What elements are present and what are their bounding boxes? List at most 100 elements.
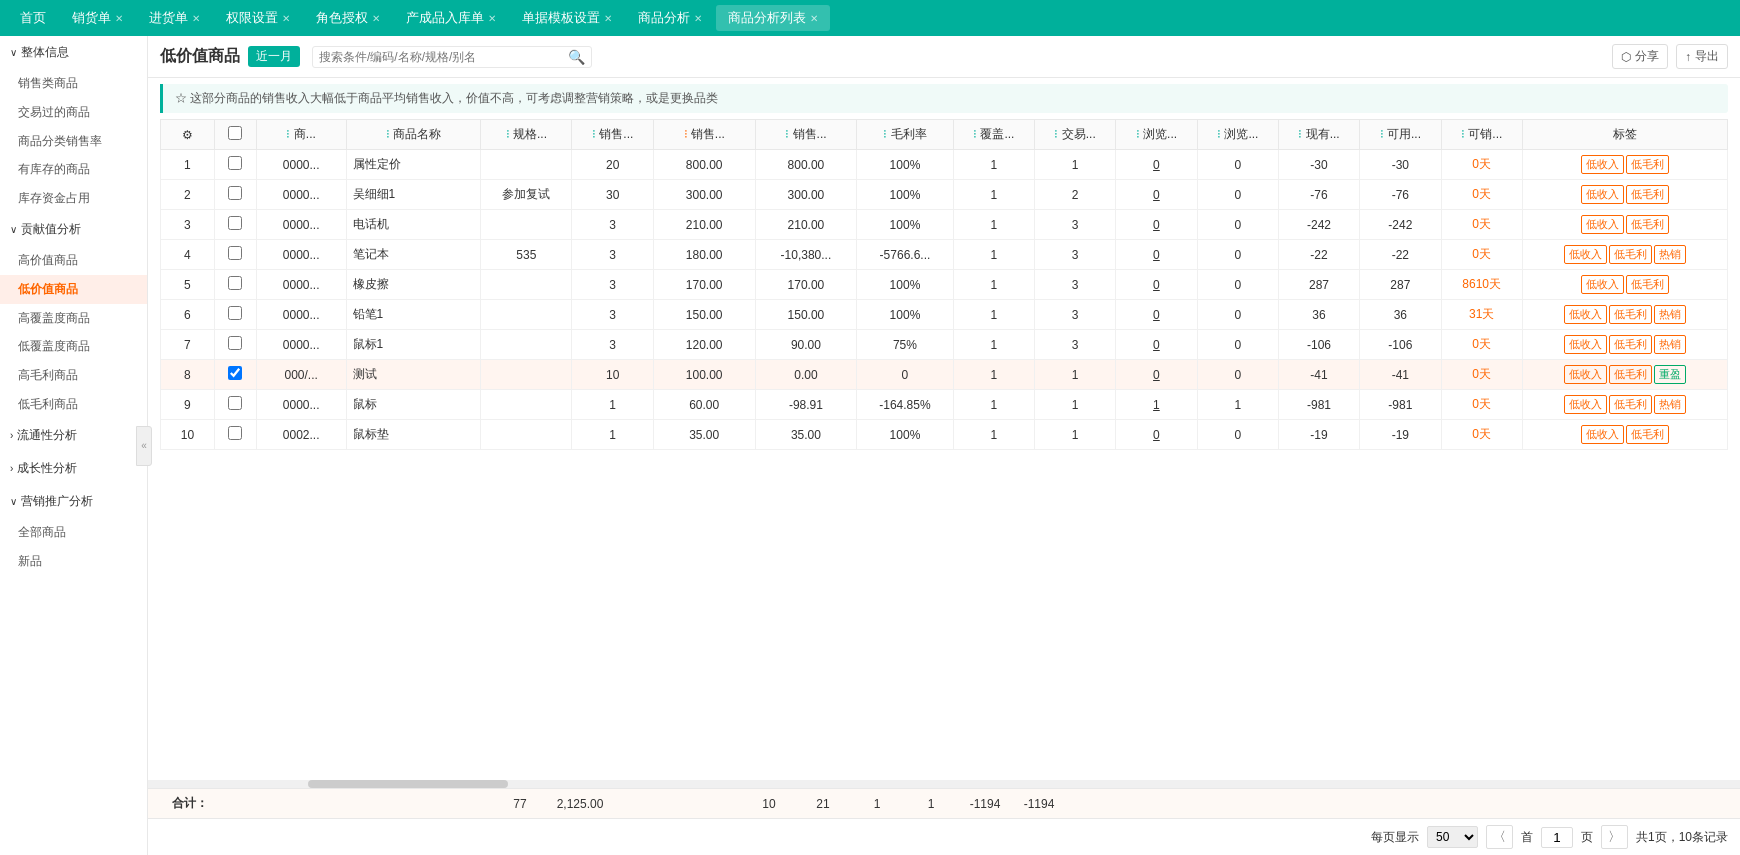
scrollbar-thumb[interactable] xyxy=(308,780,508,788)
th-spec[interactable]: ⁝ 规格... xyxy=(481,120,572,150)
browse1-value[interactable]: 0 xyxy=(1153,338,1160,352)
checkbox-cell[interactable] xyxy=(214,360,256,390)
row-checkbox[interactable] xyxy=(228,276,242,290)
sidebar-item-category-sales[interactable]: 商品分类销售率 xyxy=(0,127,147,156)
close-icon[interactable]: ✕ xyxy=(115,13,123,24)
sale-qty-cell: 10 xyxy=(572,360,653,390)
th-sale-qty[interactable]: ⁝ 销售... xyxy=(572,120,653,150)
sidebar-item-new-goods[interactable]: 新品 xyxy=(0,547,147,576)
close-icon[interactable]: ✕ xyxy=(192,13,200,24)
next-page-button[interactable]: 〉 xyxy=(1601,825,1628,849)
browse1-value[interactable]: 0 xyxy=(1153,428,1160,442)
nav-purchase-order[interactable]: 进货单 ✕ xyxy=(137,5,212,31)
nav-template[interactable]: 单据模板设置 ✕ xyxy=(510,5,624,31)
close-icon[interactable]: ✕ xyxy=(604,13,612,24)
browse1-value[interactable]: 0 xyxy=(1153,308,1160,322)
th-coverage[interactable]: ⁝ 覆盖... xyxy=(953,120,1034,150)
row-checkbox[interactable] xyxy=(228,366,242,380)
per-page-select[interactable]: 50 100 200 xyxy=(1427,826,1478,848)
browse1-value[interactable]: 0 xyxy=(1153,368,1160,382)
search-icon[interactable]: 🔍 xyxy=(568,49,585,65)
th-trade[interactable]: ⁝ 交易... xyxy=(1034,120,1115,150)
checkbox-cell[interactable] xyxy=(214,180,256,210)
sale-cost-cell: 150.00 xyxy=(755,300,857,330)
sidebar-collapse-button[interactable]: « xyxy=(136,426,152,466)
row-checkbox[interactable] xyxy=(228,336,242,350)
th-browse1[interactable]: ⁝ 浏览... xyxy=(1116,120,1197,150)
sidebar-item-traded-goods[interactable]: 交易过的商品 xyxy=(0,98,147,127)
browse1-value[interactable]: 0 xyxy=(1153,158,1160,172)
sidebar-item-low-margin[interactable]: 低毛利商品 xyxy=(0,390,147,419)
row-checkbox[interactable] xyxy=(228,306,242,320)
th-salable[interactable]: ⁝ 可销... xyxy=(1441,120,1522,150)
search-input[interactable] xyxy=(319,50,568,64)
th-checkbox[interactable] xyxy=(214,120,256,150)
checkbox-cell[interactable] xyxy=(214,300,256,330)
sidebar-item-high-margin[interactable]: 高毛利商品 xyxy=(0,361,147,390)
nav-sales-order[interactable]: 销货单 ✕ xyxy=(60,5,135,31)
th-usable[interactable]: ⁝ 可用... xyxy=(1360,120,1441,150)
close-icon[interactable]: ✕ xyxy=(282,13,290,24)
page-number-input[interactable] xyxy=(1541,827,1573,848)
close-icon[interactable]: ✕ xyxy=(694,13,702,24)
browse1-value[interactable]: 0 xyxy=(1153,188,1160,202)
browse1-value[interactable]: 0 xyxy=(1153,248,1160,262)
sidebar-section-contribution[interactable]: ∨ 贡献值分析 xyxy=(0,213,147,246)
sidebar-item-high-coverage[interactable]: 高覆盖度商品 xyxy=(0,304,147,333)
nav-product-analysis-list[interactable]: 商品分析列表 ✕ xyxy=(716,5,830,31)
period-button[interactable]: 近一月 xyxy=(248,46,300,67)
row-checkbox[interactable] xyxy=(228,246,242,260)
nav-permission[interactable]: 权限设置 ✕ xyxy=(214,5,302,31)
checkbox-cell[interactable] xyxy=(214,330,256,360)
th-stock[interactable]: ⁝ 现有... xyxy=(1278,120,1359,150)
th-sale-amt[interactable]: ⁝ 销售... xyxy=(653,120,755,150)
row-checkbox[interactable] xyxy=(228,156,242,170)
sidebar-item-low-value[interactable]: 低价值商品 xyxy=(0,275,147,304)
sidebar-section-flow[interactable]: › 流通性分析 xyxy=(0,419,147,452)
nav-role[interactable]: 角色授权 ✕ xyxy=(304,5,392,31)
browse1-value[interactable]: 0 xyxy=(1153,278,1160,292)
th-sale-cost[interactable]: ⁝ 销售... xyxy=(755,120,857,150)
th-code[interactable]: ⁝ 商... xyxy=(256,120,346,150)
row-checkbox[interactable] xyxy=(228,396,242,410)
sidebar-item-high-value[interactable]: 高价值商品 xyxy=(0,246,147,275)
checkbox-cell[interactable] xyxy=(214,390,256,420)
browse1-value[interactable]: 1 xyxy=(1153,398,1160,412)
nav-product-analysis[interactable]: 商品分析 ✕ xyxy=(626,5,714,31)
close-icon[interactable]: ✕ xyxy=(372,13,380,24)
sidebar-item-sales-goods[interactable]: 销售类商品 xyxy=(0,69,147,98)
usable-cell: -76 xyxy=(1360,180,1441,210)
gear-icon[interactable]: ⚙ xyxy=(182,128,193,142)
checkbox-cell[interactable] xyxy=(214,240,256,270)
row-checkbox[interactable] xyxy=(228,186,242,200)
export-button[interactable]: ↑ 导出 xyxy=(1676,44,1728,69)
tag-badge: 低收入 xyxy=(1564,335,1607,354)
sidebar-section-marketing[interactable]: ∨ 营销推广分析 xyxy=(0,485,147,518)
seq-cell: 5 xyxy=(161,270,215,300)
close-icon[interactable]: ✕ xyxy=(810,13,818,24)
first-page-button[interactable]: 〈 xyxy=(1486,825,1513,849)
checkbox-cell[interactable] xyxy=(214,270,256,300)
share-button[interactable]: ⬡ 分享 xyxy=(1612,44,1668,69)
close-icon[interactable]: ✕ xyxy=(488,13,496,24)
sidebar-section-overall[interactable]: ∨ 整体信息 xyxy=(0,36,147,69)
nav-product-stock[interactable]: 产成品入库单 ✕ xyxy=(394,5,508,31)
checkbox-cell[interactable] xyxy=(214,210,256,240)
sidebar-section-growth[interactable]: › 成长性分析 xyxy=(0,452,147,485)
checkbox-cell[interactable] xyxy=(214,420,256,450)
th-name[interactable]: ⁝ 商品名称 xyxy=(346,120,481,150)
sidebar-item-all-goods[interactable]: 全部商品 xyxy=(0,518,147,547)
th-settings[interactable]: ⚙ xyxy=(161,120,215,150)
sidebar-item-low-coverage[interactable]: 低覆盖度商品 xyxy=(0,332,147,361)
th-browse2[interactable]: ⁝ 浏览... xyxy=(1197,120,1278,150)
browse1-value[interactable]: 0 xyxy=(1153,218,1160,232)
nav-home[interactable]: 首页 xyxy=(8,5,58,31)
sidebar-item-stock-capital[interactable]: 库存资金占用 xyxy=(0,184,147,213)
row-checkbox[interactable] xyxy=(228,216,242,230)
select-all-checkbox[interactable] xyxy=(228,126,242,140)
row-checkbox[interactable] xyxy=(228,426,242,440)
checkbox-cell[interactable] xyxy=(214,150,256,180)
horizontal-scrollbar[interactable] xyxy=(148,780,1740,788)
th-gross[interactable]: ⁝ 毛利率 xyxy=(857,120,953,150)
sidebar-item-stock-goods[interactable]: 有库存的商品 xyxy=(0,155,147,184)
